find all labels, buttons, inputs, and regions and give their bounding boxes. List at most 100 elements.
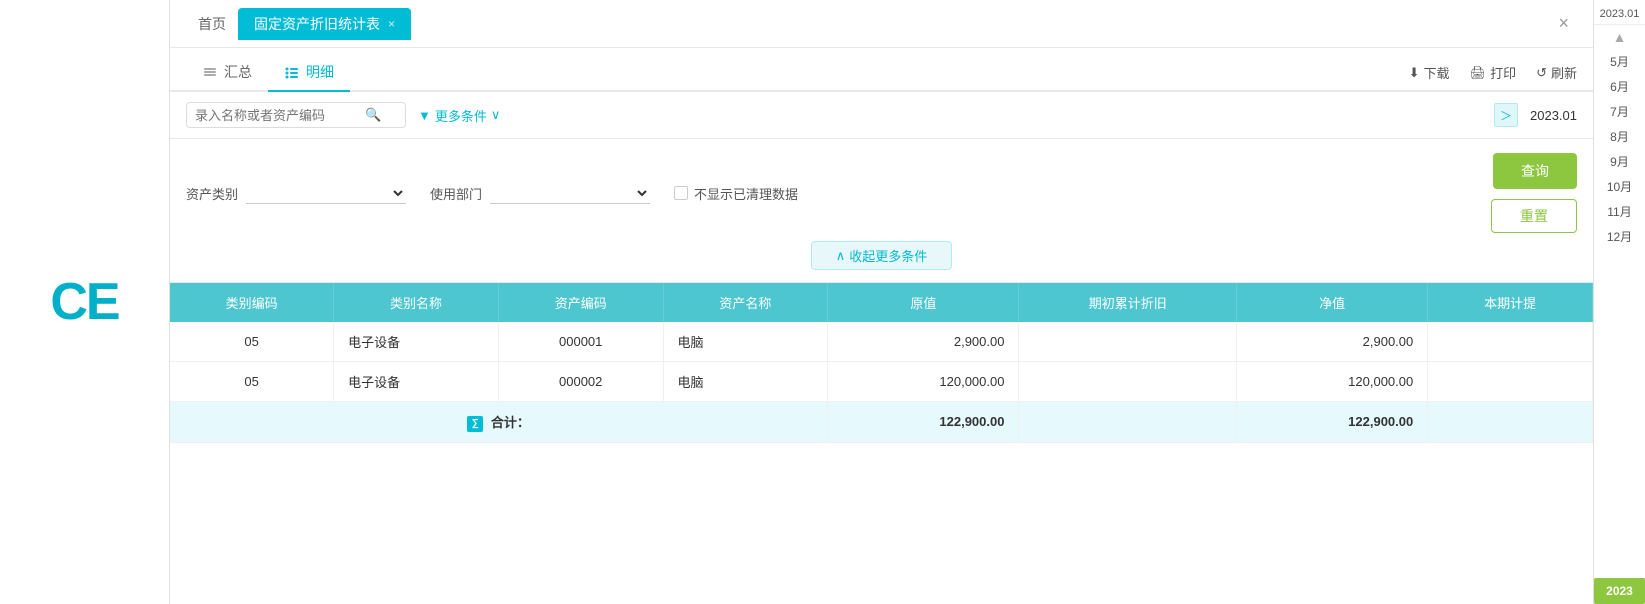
cell-original-value-2: 120,000.00	[828, 362, 1019, 402]
collapse-up-icon: ∧	[836, 248, 846, 264]
category-select[interactable]	[246, 182, 406, 204]
right-sidebar: 2023.01 ▲ 5月 6月 7月 8月 9月 10月 11月 12月 202…	[1593, 0, 1645, 604]
sidebar-month-7[interactable]: 7月	[1594, 99, 1645, 124]
sidebar-month-5[interactable]: 5月	[1594, 49, 1645, 74]
sidebar-month-9[interactable]: 9月	[1594, 149, 1645, 174]
tab-bar: 汇总 明细 ⬇ 下载 🖨 打印	[170, 48, 1593, 92]
window-close-button[interactable]: ×	[1550, 9, 1577, 38]
col-category-name: 类别名称	[334, 283, 499, 322]
col-accumulated-depreciation: 期初累计折旧	[1019, 283, 1237, 322]
filter-category: 资产类别	[186, 182, 406, 204]
layers-icon	[202, 64, 218, 80]
expand-sidebar-button[interactable]: ＞	[1494, 103, 1518, 127]
table-header-row: 类别编码 类别名称 资产编码 资产名称 原值 期初累计折旧 净值 本期计提	[170, 283, 1593, 322]
nav-home-link[interactable]: 首页	[186, 14, 238, 34]
total-label: 合计：	[491, 415, 530, 430]
sidebar-month-10[interactable]: 10月	[1594, 174, 1645, 199]
table-wrap: 类别编码 类别名称 资产编码 资产名称 原值 期初累计折旧 净值 本期计提 05…	[170, 283, 1593, 604]
main-content: 首页 固定资产折旧统计表 × × 汇总	[170, 0, 1593, 604]
sidebar-month-12[interactable]: 12月	[1594, 224, 1645, 249]
cell-asset-name-2: 电脑	[663, 362, 828, 402]
more-filter-label: 更多条件	[435, 106, 487, 125]
search-input-wrap: 🔍	[186, 102, 406, 128]
cell-net-value-1: 2,900.00	[1237, 322, 1428, 362]
cell-asset-code-1: 000001	[498, 322, 663, 362]
download-icon: ⬇	[1409, 65, 1420, 81]
cell-asset-code-2: 000002	[498, 362, 663, 402]
department-select[interactable]	[490, 182, 650, 204]
more-filter-button[interactable]: ▼ 更多条件 ∨	[418, 106, 500, 125]
asset-table: 类别编码 类别名称 资产编码 资产名称 原值 期初累计折旧 净值 本期计提 05…	[170, 283, 1593, 443]
hide-cleared-label: 不显示已清理数据	[694, 184, 798, 203]
current-year-label: 2023	[1606, 584, 1633, 598]
active-tab[interactable]: 固定资产折旧统计表 ×	[238, 8, 411, 40]
download-button[interactable]: ⬇ 下载	[1409, 63, 1450, 82]
filter-hide-cleared: 不显示已清理数据	[674, 184, 798, 203]
total-original-value: 122,900.00	[828, 402, 1019, 443]
filter-area: 资产类别 使用部门 不显示已清理数据	[170, 139, 1593, 283]
top-nav-bar: 首页 固定资产折旧统计表 × ×	[170, 0, 1593, 48]
cell-category-code-1: 05	[170, 322, 334, 362]
cell-accumulated-1	[1019, 322, 1237, 362]
total-accumulated	[1019, 402, 1237, 443]
logo-text: CE	[50, 272, 118, 332]
table-row: 05 电子设备 000001 电脑 2,900.00 2,900.00	[170, 322, 1593, 362]
filter-buttons: 查询 重置	[1491, 153, 1577, 233]
col-category-code: 类别编码	[170, 283, 334, 322]
total-row: ∑ 合计： 122,900.00 122,900.00	[170, 402, 1593, 443]
cell-net-value-2: 120,000.00	[1237, 362, 1428, 402]
cell-original-value-1: 2,900.00	[828, 322, 1019, 362]
search-input[interactable]	[195, 108, 365, 123]
cell-category-name-1: 电子设备	[334, 322, 499, 362]
print-button[interactable]: 🖨 打印	[1470, 63, 1517, 82]
sidebar-date: 2023.01	[1594, 0, 1645, 25]
col-asset-code: 资产编码	[498, 283, 663, 322]
category-label: 资产类别	[186, 184, 238, 203]
tab-summary[interactable]: 汇总	[186, 54, 268, 92]
department-label: 使用部门	[430, 184, 482, 203]
hide-cleared-checkbox[interactable]	[674, 186, 688, 200]
date-label: 2023.01	[1530, 108, 1577, 123]
query-button[interactable]: 查询	[1493, 153, 1577, 189]
more-filter-arrow: ∨	[491, 107, 501, 123]
scroll-up-button[interactable]: ▲	[1594, 25, 1645, 49]
download-label: 下载	[1424, 63, 1450, 82]
print-label: 打印	[1490, 63, 1516, 82]
cell-accumulated-2	[1019, 362, 1237, 402]
search-bar: 🔍 ▼ 更多条件 ∨ ＞ 2023.01	[170, 92, 1593, 139]
logo-area: CE	[0, 0, 170, 604]
col-original-value: 原值	[828, 283, 1019, 322]
print-icon: 🖨	[1470, 65, 1487, 81]
table-row: 05 电子设备 000002 电脑 120,000.00 120,000.00	[170, 362, 1593, 402]
cell-category-name-2: 电子设备	[334, 362, 499, 402]
cell-category-code-2: 05	[170, 362, 334, 402]
sidebar-month-8[interactable]: 8月	[1594, 124, 1645, 149]
filter-icon: ▼	[418, 108, 431, 123]
toolbar-right: ⬇ 下载 🖨 打印 ↺ 刷新	[1409, 63, 1577, 90]
total-net-value: 122,900.00	[1237, 402, 1428, 443]
col-net-value: 净值	[1237, 283, 1428, 322]
filter-department: 使用部门	[430, 182, 650, 204]
col-asset-name: 资产名称	[663, 283, 828, 322]
active-tab-label: 固定资产折旧统计表	[254, 14, 380, 34]
tab-detail-label: 明细	[306, 62, 334, 82]
cell-current-provision-2	[1428, 362, 1593, 402]
cell-asset-name-1: 电脑	[663, 322, 828, 362]
tab-summary-label: 汇总	[224, 62, 252, 82]
reset-button[interactable]: 重置	[1491, 199, 1577, 233]
refresh-icon: ↺	[1536, 65, 1547, 81]
collapse-row: ∧ 收起更多条件	[186, 233, 1577, 274]
sidebar-month-11[interactable]: 11月	[1594, 199, 1645, 224]
tab-close-icon[interactable]: ×	[388, 17, 395, 31]
sidebar-month-6[interactable]: 6月	[1594, 74, 1645, 99]
sidebar-year-current[interactable]: 2023	[1594, 578, 1645, 604]
collapse-button[interactable]: ∧ 收起更多条件	[811, 241, 953, 270]
refresh-button[interactable]: ↺ 刷新	[1536, 63, 1577, 82]
filter-row: 资产类别 使用部门 不显示已清理数据	[186, 153, 1577, 233]
col-current-provision: 本期计提	[1428, 283, 1593, 322]
total-label-cell: ∑ 合计：	[170, 402, 828, 443]
refresh-label: 刷新	[1551, 63, 1577, 82]
search-icon[interactable]: 🔍	[365, 107, 381, 123]
total-current-provision	[1428, 402, 1593, 443]
tab-detail[interactable]: 明细	[268, 54, 350, 92]
